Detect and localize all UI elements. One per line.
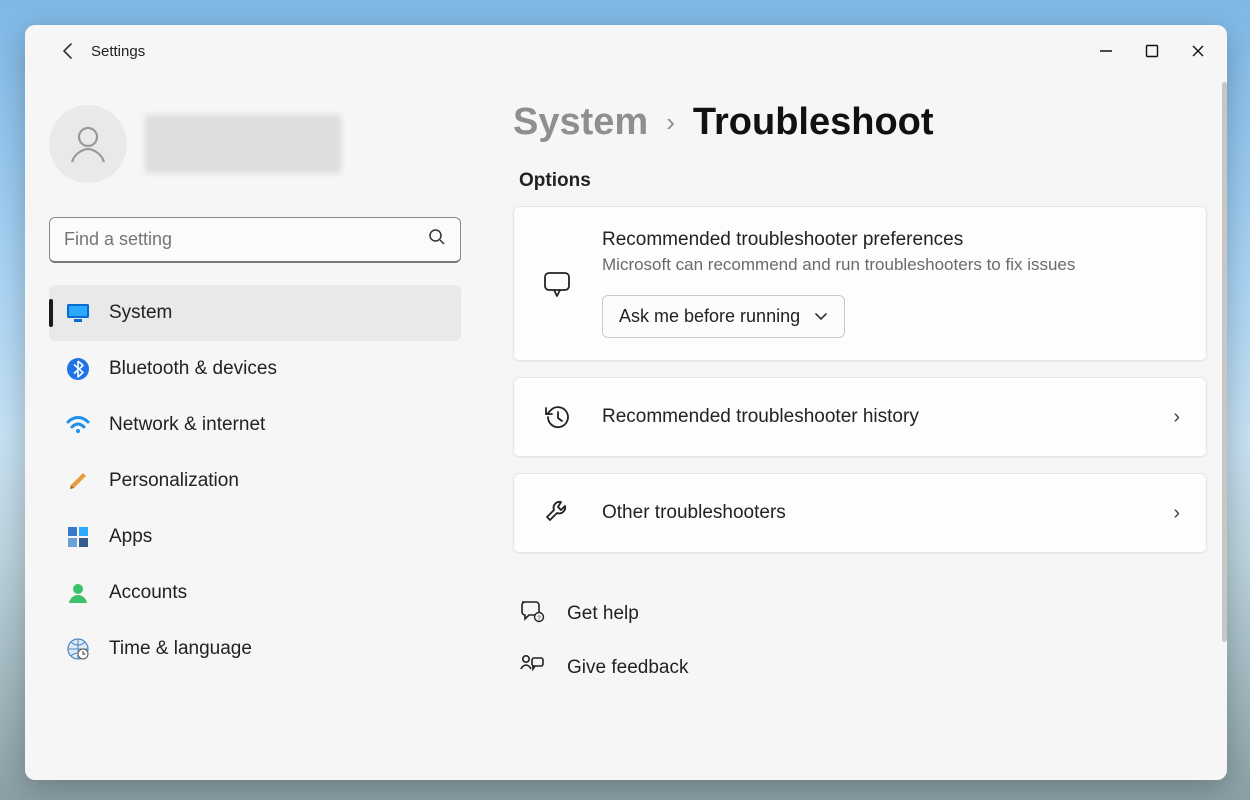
titlebar: Settings (25, 25, 1227, 77)
brush-icon (65, 468, 91, 494)
bluetooth-icon (65, 356, 91, 382)
history-label: Recommended troubleshooter history (602, 406, 1145, 428)
other-troubleshooters-card[interactable]: Other troubleshooters › (513, 473, 1207, 553)
username-redacted (145, 115, 341, 173)
chevron-right-icon: › (1173, 502, 1180, 525)
sidebar-item-label: Bluetooth & devices (109, 358, 277, 380)
globe-clock-icon (65, 636, 91, 662)
troubleshooter-history-card[interactable]: Recommended troubleshooter history › (513, 377, 1207, 457)
profile-block (49, 77, 461, 211)
sidebar-item-system[interactable]: System (49, 285, 461, 341)
history-icon (540, 400, 574, 434)
search-icon (428, 228, 446, 251)
nav-list: System Bluetooth & devices Network & int… (49, 285, 461, 677)
chevron-right-icon: › (1173, 406, 1180, 429)
monitor-icon (65, 300, 91, 326)
prefs-title: Recommended troubleshooter preferences (602, 229, 1180, 251)
minimize-button[interactable] (1083, 35, 1129, 67)
sidebar-item-label: Accounts (109, 582, 187, 604)
sidebar-item-label: System (109, 302, 172, 324)
feedback-label: Give feedback (567, 657, 688, 679)
feedback-icon (519, 653, 545, 683)
settings-window: Settings (25, 25, 1227, 780)
main-content: System › Troubleshoot Options Recommende… (485, 77, 1227, 780)
chevron-down-icon (814, 306, 828, 327)
sidebar-item-bluetooth[interactable]: Bluetooth & devices (49, 341, 461, 397)
sidebar: System Bluetooth & devices Network & int… (25, 77, 485, 780)
app-title: Settings (91, 43, 145, 60)
sidebar-item-accounts[interactable]: Accounts (49, 565, 461, 621)
chevron-right-icon: › (666, 107, 675, 138)
back-button[interactable] (53, 35, 85, 67)
sidebar-item-apps[interactable]: Apps (49, 509, 461, 565)
maximize-button[interactable] (1129, 35, 1175, 67)
sidebar-item-personalization[interactable]: Personalization (49, 453, 461, 509)
sidebar-item-label: Personalization (109, 470, 239, 492)
avatar[interactable] (49, 105, 127, 183)
sidebar-item-label: Time & language (109, 638, 252, 660)
other-label: Other troubleshooters (602, 502, 1145, 524)
sidebar-item-network[interactable]: Network & internet (49, 397, 461, 453)
help-icon: ? (519, 599, 545, 629)
page-title: Troubleshoot (693, 101, 934, 144)
close-button[interactable] (1175, 35, 1221, 67)
help-label: Get help (567, 603, 639, 625)
prefs-subtitle: Microsoft can recommend and run troubles… (602, 255, 1180, 275)
wifi-icon (65, 412, 91, 438)
search-input[interactable] (64, 229, 428, 250)
sidebar-item-label: Network & internet (109, 414, 265, 436)
troubleshooter-prefs-card: Recommended troubleshooter preferences M… (513, 206, 1207, 361)
sidebar-item-time-language[interactable]: Time & language (49, 621, 461, 677)
options-heading: Options (519, 170, 1207, 192)
search-box[interactable] (49, 217, 461, 263)
scrollbar[interactable] (1222, 82, 1227, 642)
apps-icon (65, 524, 91, 550)
chat-bubble-icon (540, 267, 574, 301)
dropdown-value: Ask me before running (619, 306, 800, 327)
breadcrumb: System › Troubleshoot (513, 101, 1207, 144)
give-feedback-link[interactable]: Give feedback (513, 643, 1207, 693)
person-icon (65, 580, 91, 606)
get-help-link[interactable]: ? Get help (513, 589, 1207, 639)
prefs-dropdown[interactable]: Ask me before running (602, 295, 845, 338)
breadcrumb-parent[interactable]: System (513, 101, 648, 144)
sidebar-item-label: Apps (109, 526, 152, 548)
wrench-icon (540, 496, 574, 530)
